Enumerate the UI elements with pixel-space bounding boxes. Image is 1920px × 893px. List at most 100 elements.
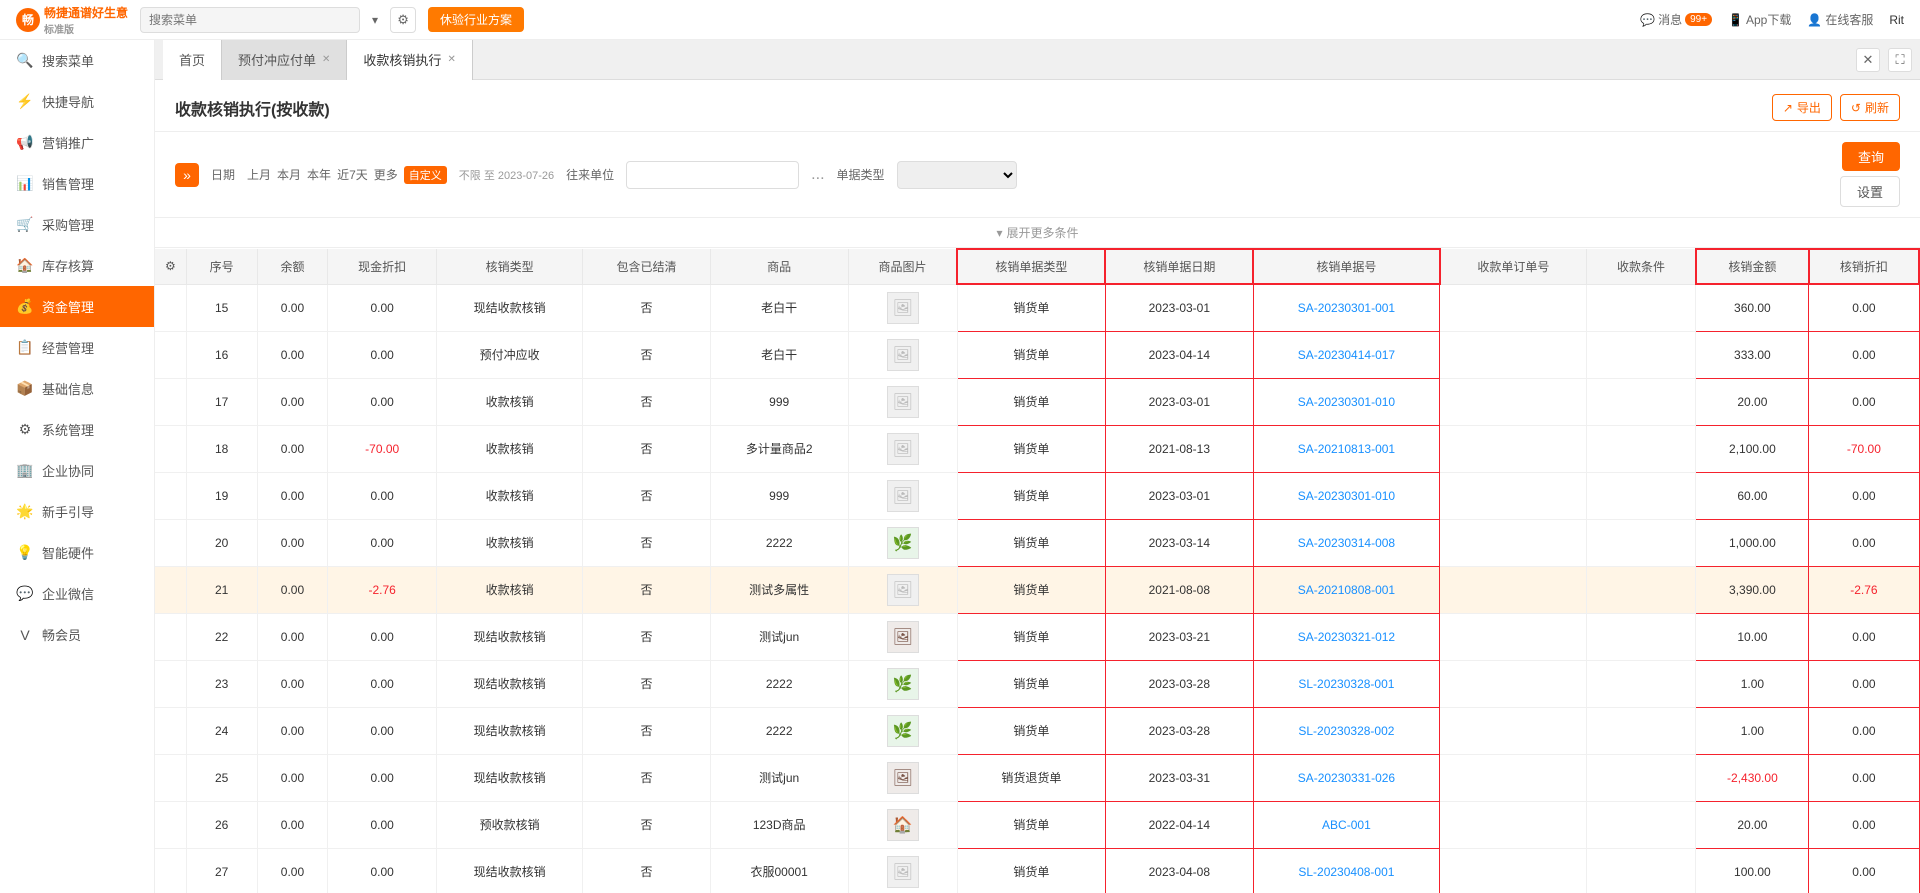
- tab-prepay-close[interactable]: ✕: [322, 54, 330, 65]
- dropdown-trigger[interactable]: ▾: [372, 13, 378, 27]
- sidebar-item-newbie[interactable]: 🌟 新手引导: [0, 491, 154, 532]
- service-btn[interactable]: 👤 在线客服: [1807, 11, 1873, 28]
- sidebar-item-quicknav[interactable]: ⚡ 快捷导航: [0, 81, 154, 122]
- row-writeoff-disc: -70.00: [1809, 425, 1919, 472]
- table-row: 250.000.00现结收款核销否测试jun🖼销货退货单2023-03-31SA…: [155, 754, 1919, 801]
- export-button[interactable]: ↗ 导出: [1772, 94, 1832, 121]
- row-voucher-date: 2023-04-08: [1105, 848, 1253, 893]
- col-included: 包含已结清: [583, 249, 710, 284]
- voucher-no-link[interactable]: SA-20230321-012: [1298, 630, 1395, 644]
- table-row: 270.000.00现结收款核销否衣服00001🖼销货单2023-04-08SL…: [155, 848, 1919, 893]
- voucher-no-link[interactable]: ABC-001: [1322, 818, 1371, 832]
- row-receipt-cond: [1587, 848, 1696, 893]
- voucher-no-link[interactable]: SA-20230414-017: [1298, 348, 1395, 362]
- gear-button[interactable]: ⚙: [390, 7, 416, 33]
- top-bar: 畅 畅捷通谱好生意 标准版 ▾ ⚙ 休验行业方案 💬 消息 99+ 📱 App下…: [0, 0, 1920, 40]
- row-balance: 0.00: [257, 425, 328, 472]
- row-included: 否: [583, 284, 710, 331]
- goods-img: 🌿: [887, 668, 919, 700]
- row-goods: 2222: [710, 519, 848, 566]
- tab-fullscreen-btn[interactable]: ⛶: [1888, 48, 1912, 72]
- col-settings[interactable]: ⚙: [155, 249, 186, 284]
- row-voucher-no: SA-20230414-017: [1253, 331, 1439, 378]
- sidebar-item-corp[interactable]: 🏢 企业协同: [0, 450, 154, 491]
- sidebar-item-inventory[interactable]: 🏠 库存核算: [0, 245, 154, 286]
- query-button[interactable]: 查询: [1842, 142, 1900, 171]
- sidebar-item-sales[interactable]: 📊 销售管理: [0, 163, 154, 204]
- filter-expand-button[interactable]: »: [175, 163, 199, 187]
- tab-home[interactable]: 首页: [163, 40, 222, 80]
- tab-prepay[interactable]: 预付冲应付单 ✕: [222, 40, 347, 80]
- table-row: 260.000.00预收款核销否123D商品🏠销货单2022-04-14ABC-…: [155, 801, 1919, 848]
- filter-date-this-year[interactable]: 本年: [307, 166, 331, 183]
- sidebar-item-system[interactable]: ⚙ 系统管理: [0, 409, 154, 450]
- row-included: 否: [583, 801, 710, 848]
- expand-more-button[interactable]: ▾ 展开更多条件: [996, 224, 1078, 241]
- row-writeoff-amt: 1.00: [1696, 707, 1809, 754]
- row-voucher-date: 2023-03-21: [1105, 613, 1253, 660]
- row-type: 收款核销: [436, 519, 582, 566]
- sidebar-label-wechat: 企业微信: [42, 584, 94, 603]
- row-goods: 999: [710, 472, 848, 519]
- row-no: 22: [186, 613, 257, 660]
- voucher-no-link[interactable]: SA-20230301-001: [1298, 301, 1395, 315]
- filter-date-this-month[interactable]: 本月: [277, 166, 301, 183]
- row-balance: 0.00: [257, 331, 328, 378]
- sidebar-item-hardware[interactable]: 💡 智能硬件: [0, 532, 154, 573]
- row-type: 现结收款核销: [436, 613, 582, 660]
- message-btn[interactable]: 💬 消息 99+: [1640, 11, 1712, 28]
- refresh-button[interactable]: ↺ 刷新: [1840, 94, 1900, 121]
- voucher-no-link[interactable]: SL-20230408-001: [1298, 865, 1394, 879]
- goods-img: 🖼: [887, 386, 919, 418]
- filter-date-custom[interactable]: 自定义: [404, 166, 447, 184]
- sidebar-item-search[interactable]: 🔍 搜索菜单: [0, 40, 154, 81]
- row-receipt-order: [1440, 754, 1587, 801]
- tabs-bar: 首页 预付冲应付单 ✕ 收款核销执行 ✕ ✕ ⛶: [155, 40, 1920, 80]
- row-included: 否: [583, 660, 710, 707]
- voucher-no-link[interactable]: SL-20230328-001: [1298, 677, 1394, 691]
- row-voucher-type: 销货单: [957, 660, 1105, 707]
- row-no: 18: [186, 425, 257, 472]
- row-settings-col: [155, 848, 186, 893]
- voucher-no-link[interactable]: SA-20230331-026: [1298, 771, 1395, 785]
- row-type: 现结收款核销: [436, 284, 582, 331]
- filter-from-input[interactable]: [626, 161, 799, 189]
- settings-button[interactable]: 设置: [1840, 176, 1900, 207]
- tab-receipt[interactable]: 收款核销执行 ✕: [347, 40, 472, 80]
- sidebar-item-finance[interactable]: 💰 资金管理: [0, 286, 154, 327]
- voucher-no-link[interactable]: SA-20230301-010: [1298, 395, 1395, 409]
- sidebar-item-basic[interactable]: 📦 基础信息: [0, 368, 154, 409]
- filter-date-7days[interactable]: 近7天: [337, 166, 368, 183]
- sidebar-item-purchase[interactable]: 🛒 采购管理: [0, 204, 154, 245]
- voucher-no-link[interactable]: SL-20230328-002: [1298, 724, 1394, 738]
- row-included: 否: [583, 425, 710, 472]
- col-receipt-cond: 收款条件: [1587, 249, 1696, 284]
- row-receipt-cond: [1587, 613, 1696, 660]
- row-balance: 0.00: [257, 848, 328, 893]
- industry-btn[interactable]: 休验行业方案: [428, 7, 524, 32]
- sidebar-item-marketing[interactable]: 📢 营销推广: [0, 122, 154, 163]
- row-voucher-no: SA-20230301-001: [1253, 284, 1439, 331]
- sidebar-item-business[interactable]: 📋 经营管理: [0, 327, 154, 368]
- voucher-no-link[interactable]: SA-20210813-001: [1298, 442, 1395, 456]
- tab-receipt-close[interactable]: ✕: [447, 54, 455, 65]
- filter-type-select[interactable]: [897, 161, 1017, 189]
- sidebar-item-wechat[interactable]: 💬 企业微信: [0, 573, 154, 614]
- app-btn[interactable]: 📱 App下载: [1728, 11, 1791, 28]
- row-writeoff-amt: 360.00: [1696, 284, 1809, 331]
- marketing-icon: 📢: [16, 134, 34, 152]
- sidebar-label-purchase: 采购管理: [42, 215, 94, 234]
- tab-close-btn[interactable]: ✕: [1856, 48, 1880, 72]
- row-receipt-order: [1440, 519, 1587, 566]
- voucher-no-link[interactable]: SA-20230314-008: [1298, 536, 1395, 550]
- filter-date-last-month[interactable]: 上月: [247, 166, 271, 183]
- row-receipt-cond: [1587, 801, 1696, 848]
- sidebar-item-member[interactable]: V 畅会员: [0, 614, 154, 655]
- voucher-no-link[interactable]: SA-20210808-001: [1298, 583, 1395, 597]
- row-voucher-date: 2023-03-01: [1105, 284, 1253, 331]
- filter-date-more[interactable]: 更多: [374, 166, 398, 183]
- row-writeoff-amt: 100.00: [1696, 848, 1809, 893]
- logo-icon: 畅: [16, 8, 40, 32]
- search-input[interactable]: [140, 7, 360, 33]
- voucher-no-link[interactable]: SA-20230301-010: [1298, 489, 1395, 503]
